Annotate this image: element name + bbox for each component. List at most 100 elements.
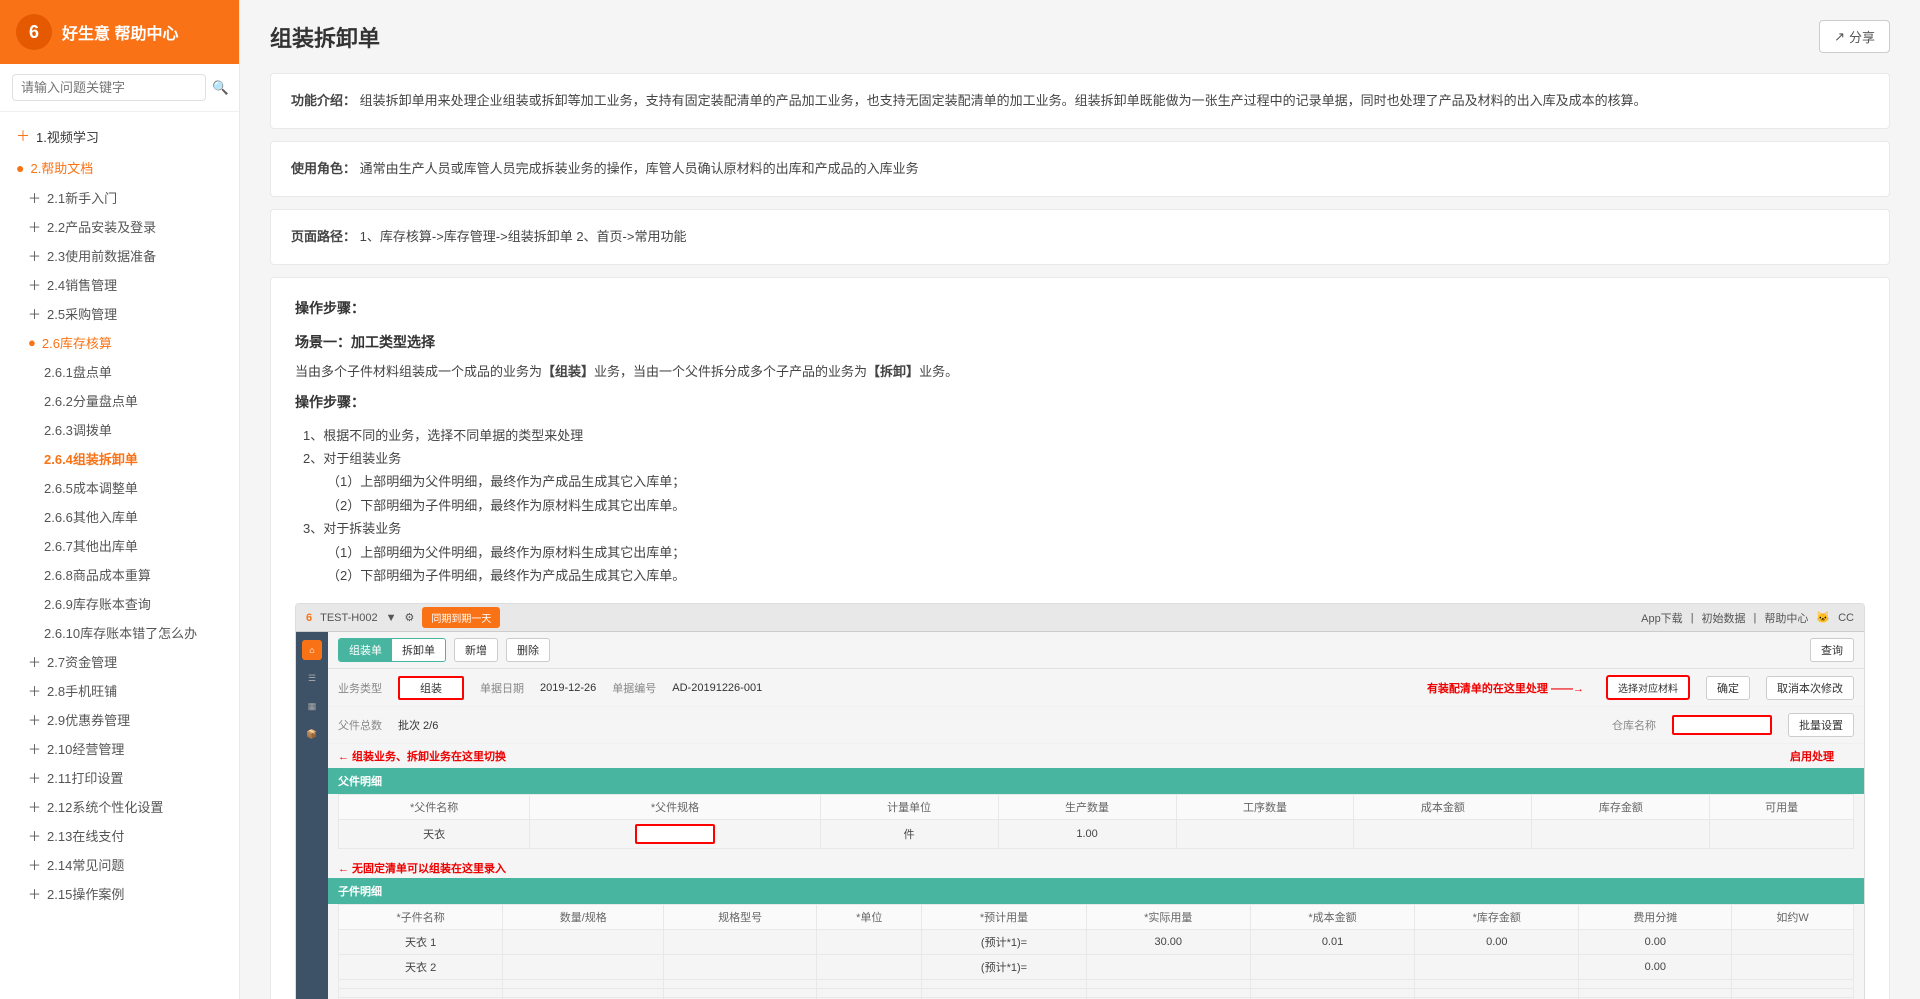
ss-type-toggle[interactable]: 组装单 拆卸单 bbox=[338, 638, 446, 662]
table-row: 天衣 1 (预计*1)= 30.00 0.01 0.00 0.00 bbox=[339, 930, 1854, 955]
sidebar-item-mobile[interactable]: ＋ 2.8手机旺铺 bbox=[28, 676, 239, 705]
ss-nav-inventory[interactable]: 📦 bbox=[302, 724, 322, 744]
ss-ltd-other-1 bbox=[1732, 930, 1854, 955]
ss-th-unit: 计量单位 bbox=[820, 795, 998, 820]
annotation-enable: 启用处理 bbox=[1790, 748, 1834, 764]
ss-lth-model: 规格型号 bbox=[664, 905, 817, 930]
ss-btn-delete[interactable]: 删除 bbox=[506, 638, 550, 662]
operation-steps-title: 操作步骤： bbox=[295, 298, 1865, 318]
ss-spec-input[interactable] bbox=[635, 824, 715, 844]
ss-ltd-model-2 bbox=[664, 955, 817, 980]
sidebar-item-finance[interactable]: ＋ 2.7资金管理 bbox=[28, 647, 239, 676]
table-row: 天衣 件 1.00 bbox=[339, 820, 1854, 849]
ss-btn-query[interactable]: 查询 bbox=[1810, 638, 1854, 662]
sidebar-item-cost[interactable]: 2.6.5成本调整单 bbox=[44, 473, 239, 502]
sidebar-item-video[interactable]: ＋ 1.视频学习 bbox=[0, 120, 239, 152]
function-intro-card: 功能介绍： 组装拆卸单用来处理企业组装或拆卸等加工业务，支持有固定装配清单的产品… bbox=[270, 73, 1890, 129]
search-bar[interactable]: 🔍 bbox=[0, 64, 239, 112]
help-subnav: ＋ 2.1新手入门 ＋ 2.2产品安装及登录 ＋ 2.3使用前数据准备 ＋ 2.… bbox=[0, 183, 239, 908]
ss-ltd-name-1: 天衣 1 bbox=[339, 930, 503, 955]
sidebar-item-faq[interactable]: ＋ 2.14常见问题 bbox=[28, 850, 239, 879]
ss-lth-plan-qty: *预计用量 bbox=[922, 905, 1086, 930]
ss-count-value: 批次 2/6 bbox=[398, 717, 438, 733]
ss-ltd-plan-2: (预计*1)= bbox=[922, 955, 1086, 980]
ss-td-spec[interactable] bbox=[530, 820, 820, 849]
ss-nav-home[interactable]: ⌂ bbox=[302, 640, 322, 660]
ss-th-proc-qty: 工序数量 bbox=[1176, 795, 1354, 820]
sidebar-item-partial[interactable]: 2.6.2分量盘点单 bbox=[44, 386, 239, 415]
content-body: 操作步骤： 场景一：加工类型选择 当由多个子件材料组装成一个成品的业务为【组装】… bbox=[270, 277, 1890, 999]
table-row bbox=[339, 989, 1854, 998]
sidebar-item-custom[interactable]: ＋ 2.12系统个性化设置 bbox=[28, 792, 239, 821]
ss-app-download: App下载 bbox=[1641, 610, 1683, 626]
ss-warehouse-input[interactable] bbox=[1672, 715, 1772, 735]
sidebar-item-data[interactable]: ＋ 2.3使用前数据准备 bbox=[28, 241, 239, 270]
sidebar-item-online[interactable]: ＋ 2.13在线支付 bbox=[28, 821, 239, 850]
ss-btn-new[interactable]: 新增 bbox=[454, 638, 498, 662]
ss-btn-confirm[interactable]: 确定 bbox=[1706, 676, 1750, 700]
ss-btn-cancel-form[interactable]: 取消本次修改 bbox=[1766, 676, 1854, 700]
ss-td-cost bbox=[1354, 820, 1532, 849]
ss-btn-select-bom[interactable]: 选择对应材料 bbox=[1606, 675, 1690, 700]
sidebar-item-purchase[interactable]: ＋ 2.5采购管理 bbox=[28, 299, 239, 328]
sidebar-item-sales[interactable]: ＋ 2.4销售管理 bbox=[28, 270, 239, 299]
annotation-no-bom: ← 无固定清单可以组装在这里录入 bbox=[338, 863, 506, 875]
ss-type-value[interactable]: 组装 bbox=[398, 676, 464, 700]
sidebar-item-adjust[interactable]: 2.6.3调拨单 bbox=[44, 415, 239, 444]
sidebar-item-stockcheck[interactable]: 2.6.9库存账本查询 bbox=[44, 589, 239, 618]
ss-ltd-unit-2 bbox=[817, 955, 922, 980]
sidebar-item-stocktake[interactable]: 2.6.1盘点单 bbox=[44, 357, 239, 386]
page-title: 组装拆卸单 bbox=[270, 21, 380, 53]
search-button[interactable]: 🔍 bbox=[212, 80, 229, 96]
sidebar-item-wrongaccount[interactable]: 2.6.10库存账本错了怎么办 bbox=[44, 618, 239, 647]
sidebar-item-help[interactable]: ● 2.帮助文档 bbox=[0, 152, 239, 183]
sidebar-item-install[interactable]: ＋ 2.2产品安装及登录 bbox=[28, 212, 239, 241]
sidebar-header: 6 好生意 帮助中心 bbox=[0, 0, 239, 64]
ss-lth-qty-spec: 数量/规格 bbox=[503, 905, 664, 930]
path-intro-text: 1、库存核算->库存管理->组装拆卸单 2、首页->常用功能 bbox=[360, 229, 687, 244]
screenshot-inner: 6 TEST-H002 ▼ ⚙ 同期到期一天 App下载 | 初始数据 | 帮助… bbox=[296, 604, 1864, 999]
ss-lth-alloc: 费用分摊 bbox=[1579, 905, 1732, 930]
ss-lth-unit: *单位 bbox=[817, 905, 922, 930]
scene1-title: 场景一：加工类型选择 bbox=[295, 332, 1865, 352]
ss-btn-assembly[interactable]: 组装单 bbox=[339, 639, 392, 661]
ss-lth-actual-qty: *实际用量 bbox=[1086, 905, 1250, 930]
sidebar-item-assembly[interactable]: 2.6.4组装拆卸单 bbox=[44, 444, 239, 473]
screenshot: 6 TEST-H002 ▼ ⚙ 同期到期一天 App下载 | 初始数据 | 帮助… bbox=[295, 603, 1865, 999]
ss-btn-period[interactable]: 同期到期一天 bbox=[422, 607, 500, 628]
main-header: 组装拆卸单 ↗ 分享 bbox=[270, 20, 1890, 53]
sidebar-item-coupon[interactable]: ＋ 2.9优惠券管理 bbox=[28, 705, 239, 734]
ss-ltd-empty-3 bbox=[339, 980, 503, 989]
sidebar-item-outother[interactable]: 2.6.7其他出库单 bbox=[44, 531, 239, 560]
ss-date-value: 2019-12-26 bbox=[540, 682, 596, 694]
ss-left-nav: ⌂ ☰ ▦ 📦 bbox=[296, 632, 328, 999]
ss-date-label: 单据日期 bbox=[480, 680, 524, 696]
sidebar-item-goodscost[interactable]: 2.6.8商品成本重算 bbox=[44, 560, 239, 589]
sidebar-item-inventory[interactable]: ● 2.6库存核算 bbox=[28, 328, 239, 357]
ss-td-prod-qty: 1.00 bbox=[998, 820, 1176, 849]
ss-ltd-cost-2 bbox=[1250, 955, 1414, 980]
share-button[interactable]: ↗ 分享 bbox=[1819, 20, 1890, 53]
sidebar-item-print[interactable]: ＋ 2.11打印设置 bbox=[28, 763, 239, 792]
ss-count-label: 父件总数 bbox=[338, 717, 382, 733]
sidebar-item-operation[interactable]: ＋ 2.10经营管理 bbox=[28, 734, 239, 763]
step-2: 2、对于组装业务 bbox=[303, 447, 1865, 470]
inventory-subnav: 2.6.1盘点单 2.6.2分量盘点单 2.6.3调拨单 2.6.4组装拆卸单 … bbox=[28, 357, 239, 647]
step-2-sub-2: （2）下部明细为子件明细，最终作为原材料生成其它出库单。 bbox=[327, 494, 1865, 517]
ss-nav-order[interactable]: ☰ bbox=[302, 668, 322, 688]
annotation-type-switch: ← 组装业务、拆卸业务在这里切换 bbox=[338, 748, 506, 764]
ss-btn-set-warehouse[interactable]: 批量设置 bbox=[1788, 713, 1854, 737]
ss-ltd-alloc-2: 0.00 bbox=[1579, 955, 1732, 980]
ss-th-stock-val: 库存金额 bbox=[1532, 795, 1710, 820]
ss-btn-disassembly[interactable]: 拆卸单 bbox=[392, 639, 445, 661]
function-intro-text: 组装拆卸单用来处理企业组装或拆卸等加工业务，支持有固定装配清单的产品加工业务，也… bbox=[360, 93, 1647, 108]
search-input[interactable] bbox=[12, 74, 206, 101]
sidebar-item-case[interactable]: ＋ 2.15操作案例 bbox=[28, 879, 239, 908]
ss-nav-goods[interactable]: ▦ bbox=[302, 696, 322, 716]
sidebar-item-newbie[interactable]: ＋ 2.1新手入门 bbox=[28, 183, 239, 212]
ss-th-name: *父件名称 bbox=[339, 795, 530, 820]
sidebar-item-inother[interactable]: 2.6.6其他入库单 bbox=[44, 502, 239, 531]
ss-ltd-actual-2 bbox=[1086, 955, 1250, 980]
role-intro-text: 通常由生产人员或库管人员完成拆装业务的操作，库管人员确认原材料的出库和产成品的入… bbox=[360, 161, 919, 176]
ss-ltd-stock-2 bbox=[1415, 955, 1579, 980]
